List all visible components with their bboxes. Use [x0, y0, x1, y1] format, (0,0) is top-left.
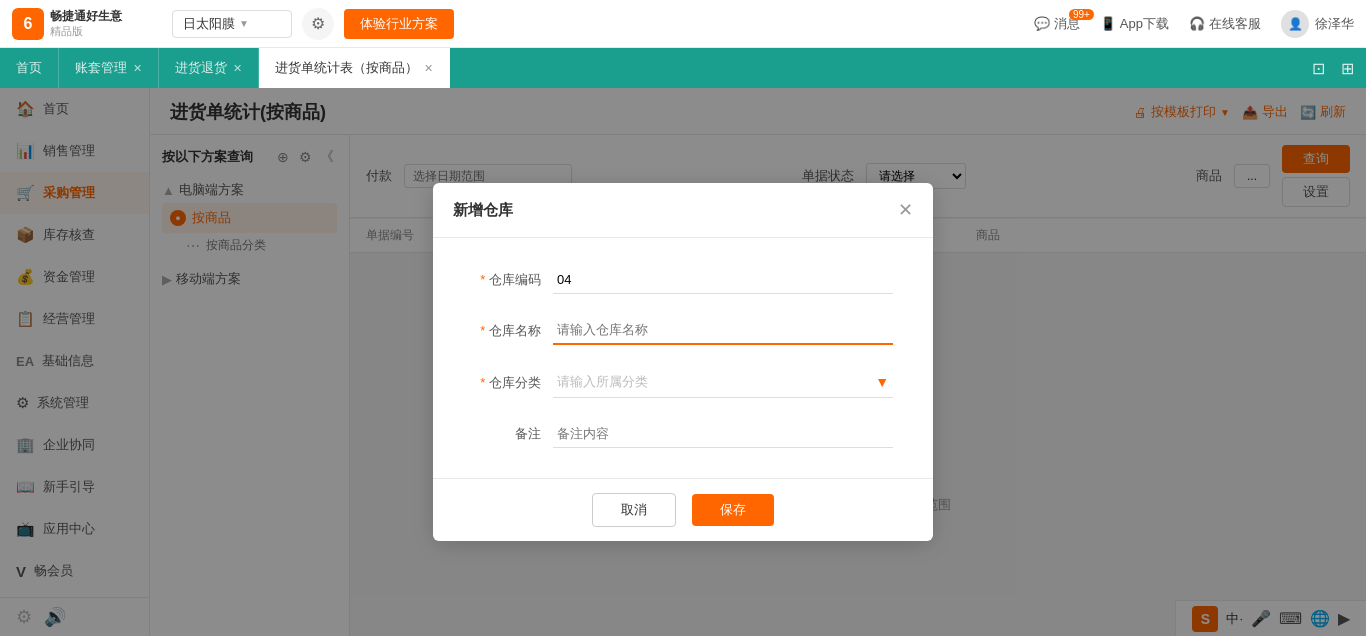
tabbar-actions: ⊡ ⊞ — [1308, 55, 1366, 82]
logo-area: 6 畅捷通好生意 精品版 — [12, 8, 162, 40]
tab-purchase-stat[interactable]: 进货单统计表（按商品） ✕ — [259, 48, 450, 88]
modal-title: 新增仓库 — [453, 201, 513, 220]
category-dropdown-icon: ▼ — [875, 374, 889, 390]
trial-btn[interactable]: 体验行业方案 — [344, 9, 454, 39]
form-label-code: * 仓库编码 — [473, 271, 553, 289]
message-icon: 💬 — [1034, 16, 1050, 31]
main-layout: 🏠 首页 📊 销售管理 🛒 采购管理 📦 库存核查 💰 资金管理 📋 经营管理 … — [0, 88, 1366, 636]
modal-overlay[interactable]: 新增仓库 ✕ * 仓库编码 * 仓库名称 — [0, 88, 1366, 636]
modal-header: 新增仓库 ✕ — [433, 183, 933, 238]
tab-purchase-stat-close[interactable]: ✕ — [424, 62, 433, 75]
code-input[interactable] — [553, 266, 893, 294]
save-button[interactable]: 保存 — [692, 494, 774, 526]
category-placeholder: 请输入所属分类 — [557, 373, 648, 391]
category-select[interactable]: 请输入所属分类 ▼ — [553, 367, 893, 398]
remark-input[interactable] — [553, 420, 893, 448]
form-label-category: * 仓库分类 — [473, 374, 553, 392]
modal-body: * 仓库编码 * 仓库名称 * 仓库 — [433, 238, 933, 478]
tab-accounts-close[interactable]: ✕ — [133, 62, 142, 75]
tab-purchase-return[interactable]: 进货退货 ✕ — [159, 48, 259, 88]
name-input[interactable] — [553, 316, 893, 345]
tabbar-restore-btn[interactable]: ⊡ — [1308, 55, 1329, 82]
form-label-remark: 备注 — [473, 425, 553, 443]
modal-footer: 取消 保存 — [433, 478, 933, 541]
modal: 新增仓库 ✕ * 仓库编码 * 仓库名称 — [433, 183, 933, 541]
store-dropdown-arrow: ▼ — [239, 18, 249, 29]
form-label-name: * 仓库名称 — [473, 322, 553, 340]
message-badge: 99+ — [1069, 9, 1094, 20]
form-row-remark: 备注 — [473, 420, 893, 448]
tab-purchase-stat-label: 进货单统计表（按商品） — [275, 59, 418, 77]
headset-icon: 🎧 — [1189, 16, 1205, 31]
form-row-code: * 仓库编码 — [473, 266, 893, 294]
tab-home-label: 首页 — [16, 59, 42, 77]
topbar-right: 💬 99+ 消息 📱 App下载 🎧 在线客服 👤 徐泽华 — [1034, 10, 1354, 38]
user-area[interactable]: 👤 徐泽华 — [1281, 10, 1354, 38]
form-row-category: * 仓库分类 请输入所属分类 ▼ — [473, 367, 893, 398]
service-btn[interactable]: 🎧 在线客服 — [1189, 15, 1261, 33]
topbar: 6 畅捷通好生意 精品版 日太阳膜 ▼ ⚙ 体验行业方案 💬 99+ 消息 📱 … — [0, 0, 1366, 48]
settings-button[interactable]: ⚙ — [302, 8, 334, 40]
gear-icon: ⚙ — [311, 14, 325, 33]
avatar: 👤 — [1281, 10, 1309, 38]
tab-home[interactable]: 首页 — [0, 48, 59, 88]
tab-purchase-return-close[interactable]: ✕ — [233, 62, 242, 75]
mobile-icon: 📱 — [1100, 16, 1116, 31]
store-selector[interactable]: 日太阳膜 ▼ — [172, 10, 292, 38]
tab-accounts[interactable]: 账套管理 ✕ — [59, 48, 159, 88]
tab-accounts-label: 账套管理 — [75, 59, 127, 77]
message-btn[interactable]: 💬 99+ 消息 — [1034, 15, 1080, 33]
tabbar: 首页 账套管理 ✕ 进货退货 ✕ 进货单统计表（按商品） ✕ ⊡ ⊞ — [0, 48, 1366, 88]
modal-close-btn[interactable]: ✕ — [898, 199, 913, 221]
logo-icon: 6 — [12, 8, 44, 40]
cancel-button[interactable]: 取消 — [592, 493, 676, 527]
form-row-name: * 仓库名称 — [473, 316, 893, 345]
app-download-btn[interactable]: 📱 App下载 — [1100, 15, 1169, 33]
tab-purchase-return-label: 进货退货 — [175, 59, 227, 77]
tabbar-expand-btn[interactable]: ⊞ — [1337, 55, 1358, 82]
logo-text: 畅捷通好生意 精品版 — [50, 9, 122, 39]
